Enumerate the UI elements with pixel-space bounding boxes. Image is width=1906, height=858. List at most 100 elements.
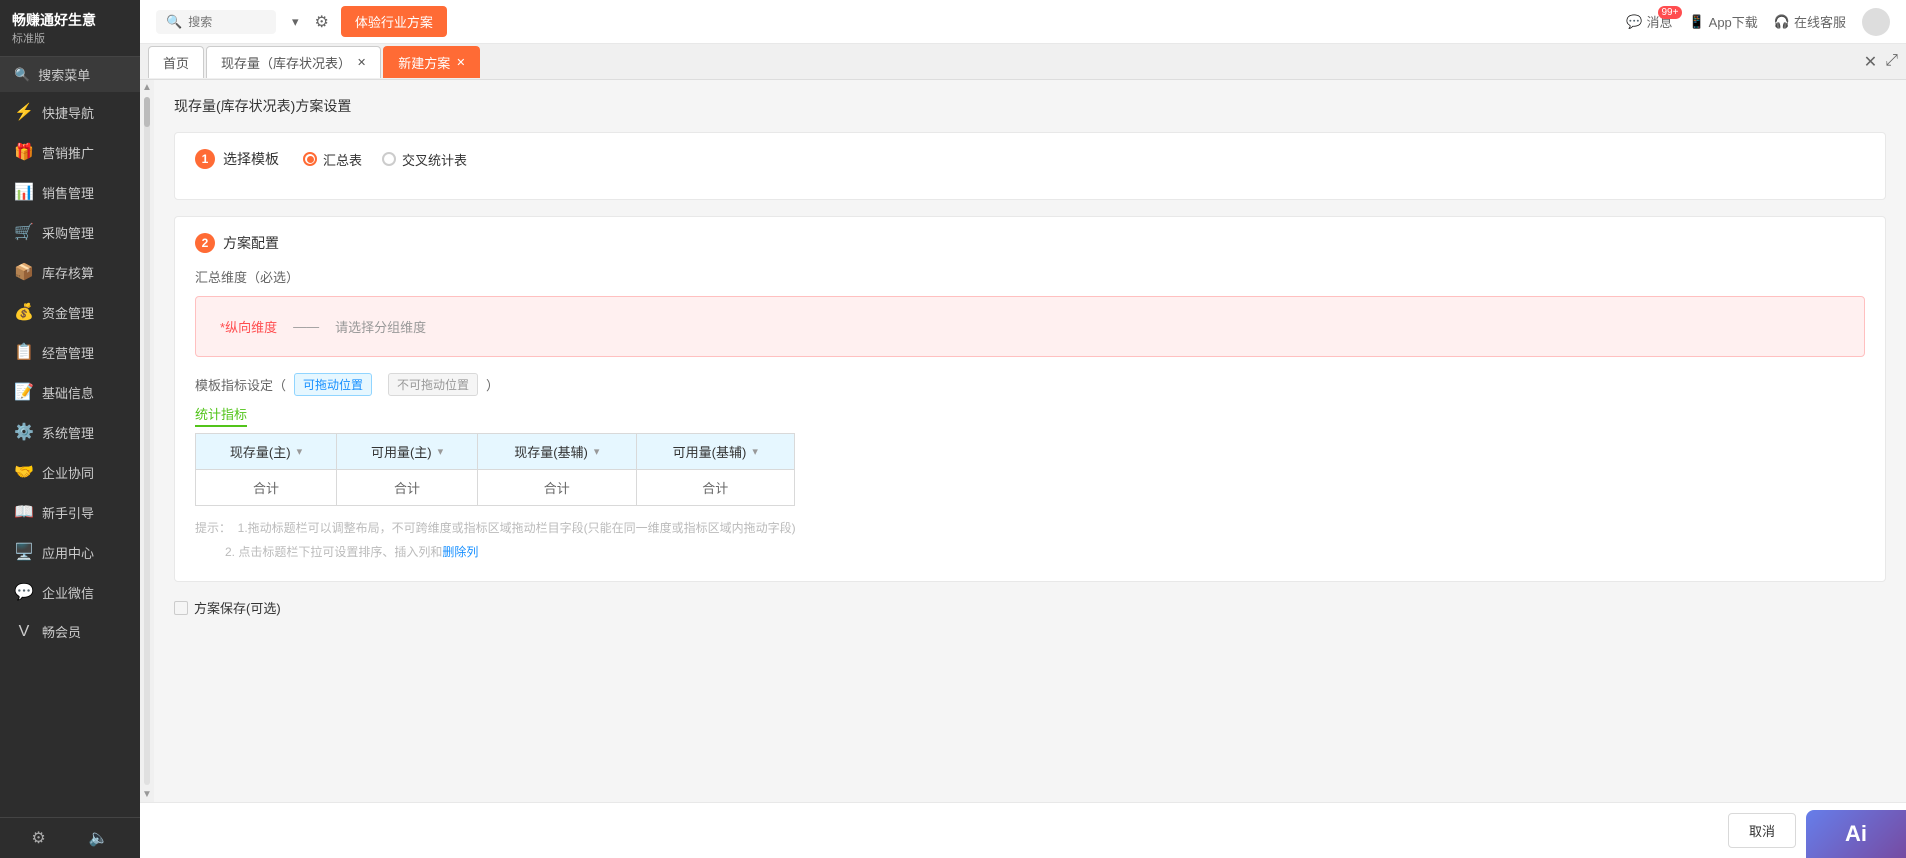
sidebar-nav: 🔍 搜索菜单 ⚡ 快捷导航 🎁 营销推广 📊 销售管理 🛒 采购管理 📦 库存核… [0,57,140,817]
radio-summary-circle [303,152,317,166]
sidebar-item-wechat[interactable]: 💬 企业微信 [0,572,140,612]
sidebar-item-system[interactable]: ⚙️ 系统管理 [0,412,140,452]
cell-0-0: 合计 [196,470,337,506]
app-name: 畅赚通好生意 [12,10,128,30]
app-download-btn[interactable]: 📱 App下载 [1688,12,1757,31]
col-chevron-2[interactable]: ▾ [594,445,600,458]
step2-label: 2 方案配置 [195,233,1865,253]
app-version: 标准版 [12,30,128,46]
col-header-3[interactable]: 可用量(基辅) ▾ [636,434,794,470]
step1-card: 1 选择模板 汇总表 交叉统计表 [174,132,1886,200]
topbar-search-input[interactable] [188,15,268,29]
sales-icon: 📊 [14,182,34,202]
topbar-right: 💬 消息 99+ 📱 App下载 🎧 在线客服 [1626,8,1890,36]
sidebar-item-basic[interactable]: 📝 基础信息 [0,372,140,412]
tabbar-controls: ✕ ⤢ [1864,52,1898,72]
tip-1: 提示： 1.拖动标题栏可以调整布局，不可跨维度或指标区域拖动栏目字段(只能在同一… [195,518,1865,540]
dimension-name: 纵向维度 [225,320,277,335]
indicator-label: 模板指标设定（ 可拖动位置 不可拖动位置 ） [195,373,1865,396]
tab-new-scheme-close[interactable]: ✕ [456,56,465,69]
col-header-0[interactable]: 现存量(主) ▾ [196,434,337,470]
inventory-icon: 📦 [14,262,34,282]
topbar-search-box[interactable]: 🔍 [156,10,276,34]
save-checkbox[interactable] [174,601,188,615]
message-badge: 99+ [1658,6,1683,19]
service-btn[interactable]: 🎧 在线客服 [1774,12,1846,31]
sidebar-item-label: 企业协同 [42,463,94,482]
col-chevron-1[interactable]: ▾ [438,445,444,458]
phone-icon: 📱 [1688,14,1704,30]
message-btn[interactable]: 💬 消息 99+ [1626,12,1672,31]
col-chevron-3[interactable]: ▾ [752,445,758,458]
step1-label: 1 选择模板 汇总表 交叉统计表 [195,149,1865,169]
tab-expand-icon[interactable]: ⤢ [1885,52,1898,72]
main-area: 🔍 ▾ ⚙ 体验行业方案 💬 消息 99+ 📱 App下载 🎧 在线客服 [140,0,1906,858]
table-row: 合计 合计 合计 合计 [196,470,795,506]
radio-summary[interactable]: 汇总表 [303,150,362,169]
content-area: 现存量(库存状况表)方案设置 1 选择模板 汇总表 交叉统计表 [154,80,1906,802]
stats-title: 统计指标 [195,404,247,427]
sidebar-item-label: 经营管理 [42,343,94,362]
summary-dimension-label: 汇总维度（必选） [195,267,1865,286]
sidebar: 畅赚通好生意 标准版 🔍 搜索菜单 ⚡ 快捷导航 🎁 营销推广 📊 销售管理 🛒… [0,0,140,858]
sidebar-item-apps[interactable]: 🖥️ 应用中心 [0,532,140,572]
sidebar-item-inventory[interactable]: 📦 库存核算 [0,252,140,292]
topbar-gear-icon[interactable]: ⚙ [315,12,329,32]
save-row: 方案保存(可选) [174,598,1886,617]
message-icon: 💬 [1626,14,1642,30]
col-chevron-0[interactable]: ▾ [297,445,303,458]
sidebar-item-search[interactable]: 🔍 搜索菜单 [0,57,140,92]
tab-new-scheme[interactable]: 新建方案 ✕ [383,46,480,78]
step2-card: 2 方案配置 汇总维度（必选） *纵向维度 —— 请选择分组维度 模板指标设定（… [174,216,1886,582]
footer: 取消 查询 [140,802,1906,858]
tab-home-label: 首页 [163,53,189,72]
tips-section: 提示： 1.拖动标题栏可以调整布局，不可跨维度或指标区域拖动栏目字段(只能在同一… [195,518,1865,563]
col-header-2[interactable]: 现存量(基辅) ▾ [478,434,636,470]
sidebar-item-label: 快捷导航 [42,103,94,122]
service-label: 在线客服 [1794,12,1846,31]
tab-close-icon[interactable]: ✕ [1864,52,1877,72]
sidebar-item-finance[interactable]: 💰 资金管理 [0,292,140,332]
step1-num: 1 [195,149,215,169]
settings-icon[interactable]: ⚙ [31,828,45,848]
sidebar-item-label: 基础信息 [42,383,94,402]
scroll-down[interactable]: ▼ [142,789,152,800]
sidebar-item-coop[interactable]: 🤝 企业协同 [0,452,140,492]
dimension-box[interactable]: *纵向维度 —— 请选择分组维度 [195,296,1865,357]
speaker-icon[interactable]: 🔈 [89,828,109,848]
sidebar-item-guide[interactable]: 📖 新手引导 [0,492,140,532]
col-header-1[interactable]: 可用量(主) ▾ [337,434,478,470]
tab-inventory-close[interactable]: ✕ [357,56,366,69]
sidebar-item-business[interactable]: 📋 经营管理 [0,332,140,372]
sidebar-item-vip[interactable]: V 畅会员 [0,612,140,651]
radio-cross[interactable]: 交叉统计表 [382,150,467,169]
ai-label: Ai [1845,821,1867,847]
tab-inventory[interactable]: 现存量（库存状况表） ✕ [206,46,381,78]
cancel-button[interactable]: 取消 [1728,813,1796,848]
cell-0-3: 合计 [636,470,794,506]
vip-icon: V [14,623,34,641]
topbar-dropdown[interactable]: ▾ [288,14,299,30]
sidebar-item-sales[interactable]: 📊 销售管理 [0,172,140,212]
radio-cross-label: 交叉统计表 [402,150,467,169]
sidebar-item-label: 企业微信 [42,583,94,602]
sidebar-item-label: 应用中心 [42,543,94,562]
sidebar-item-label: 采购管理 [42,223,94,242]
sidebar-item-marketing[interactable]: 🎁 营销推广 [0,132,140,172]
col-label-1: 可用量(主) [371,442,432,461]
user-avatar[interactable] [1862,8,1890,36]
indicator-label-text: 模板指标设定（ [195,375,286,394]
sidebar-item-label: 营销推广 [42,143,94,162]
industry-btn[interactable]: 体验行业方案 [341,6,447,37]
basic-icon: 📝 [14,382,34,402]
search-icon: 🔍 [14,67,30,83]
tab-home[interactable]: 首页 [148,46,204,78]
tag-movable: 可拖动位置 [294,373,372,396]
ai-widget[interactable]: Ai [1806,810,1906,858]
sidebar-item-nav[interactable]: ⚡ 快捷导航 [0,92,140,132]
finance-icon: 💰 [14,302,34,322]
business-icon: 📋 [14,342,34,362]
sidebar-item-purchase[interactable]: 🛒 采购管理 [0,212,140,252]
col-label-0: 现存量(主) [230,442,291,461]
scroll-up[interactable]: ▲ [142,82,152,93]
